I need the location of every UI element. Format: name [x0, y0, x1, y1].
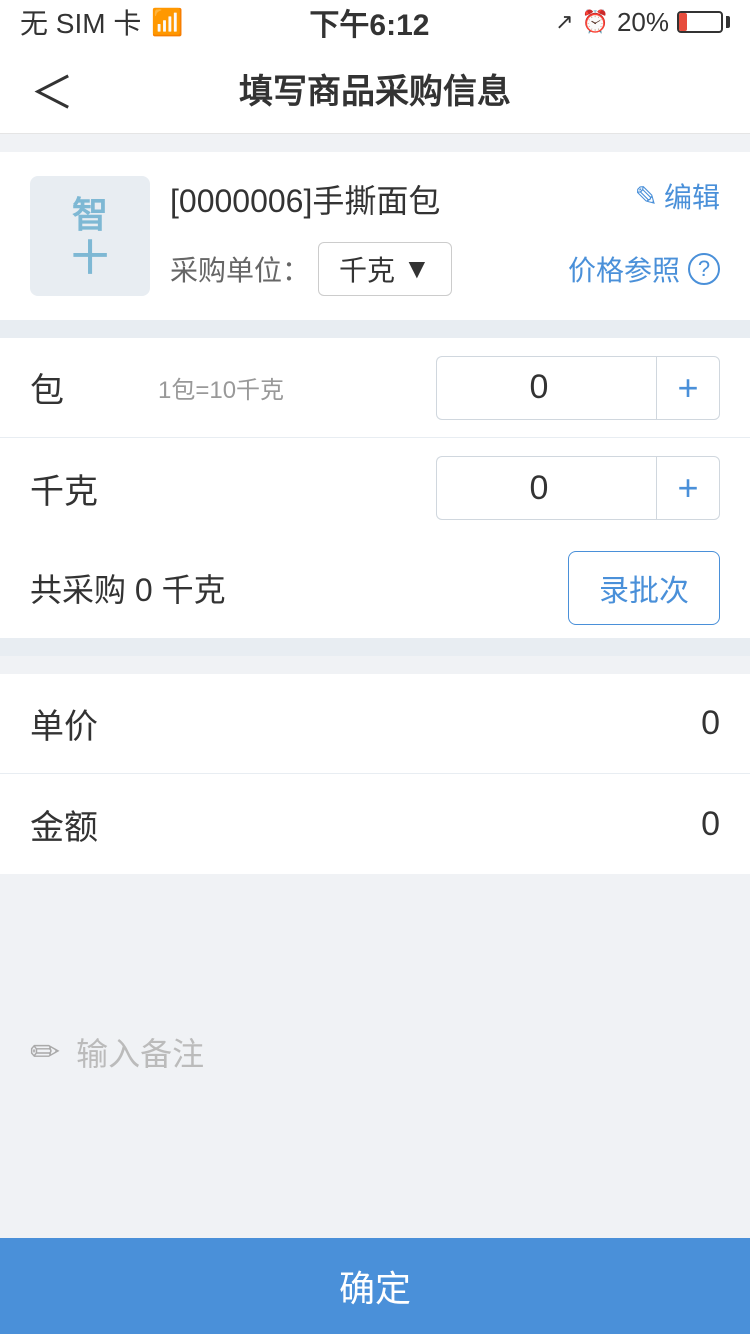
status-right: ↗ ⏰ 20%	[555, 7, 730, 38]
unit-price-value: 0	[701, 704, 720, 743]
product-name: [0000006]手撕面包	[170, 176, 635, 222]
status-time: 下午6:12	[309, 0, 429, 44]
back-button[interactable]: ＜	[30, 57, 94, 121]
amount-value: 0	[701, 805, 720, 844]
product-logo: 智 十	[72, 193, 108, 279]
amount-row: 金额 0	[0, 774, 750, 874]
summary-text: 共采购 0 千克	[30, 565, 226, 611]
edit-button[interactable]: ✎ 编辑	[635, 176, 720, 216]
notes-section[interactable]: ✏ 输入备注	[0, 892, 750, 1212]
pencil-icon: ✏	[30, 1031, 60, 1073]
unit-price-row: 单价 0	[0, 674, 750, 774]
bao-sublabel: 1包=10千克	[158, 370, 284, 405]
section-divider-1	[0, 320, 750, 338]
price-ref-label: 价格参照	[568, 249, 680, 289]
unit-dropdown[interactable]: 千克 ▼	[318, 242, 452, 296]
page-title: 填写商品采购信息	[239, 64, 511, 113]
product-info: [0000006]手撕面包 ✎ 编辑 采购单位： 千克 ▼ 价格参照 ?	[170, 176, 720, 296]
no-sim-label: 无 SIM 卡	[20, 2, 141, 42]
record-batch-label: 录批次	[599, 575, 689, 608]
unit-value: 千克	[339, 249, 395, 289]
confirm-label: 确定	[339, 1260, 411, 1312]
bao-plus-icon: +	[677, 367, 698, 409]
section-divider-2	[0, 638, 750, 656]
edit-icon: ✎	[635, 180, 658, 213]
confirm-button[interactable]: 确定	[0, 1238, 750, 1334]
battery-percent: 20%	[617, 7, 669, 38]
notes-placeholder: 输入备注	[76, 1029, 204, 1075]
dropdown-arrow: ▼	[403, 253, 431, 285]
unit-price-label: 单价	[30, 699, 98, 748]
bao-plus-button[interactable]: +	[656, 356, 720, 420]
kg-label: 千克	[30, 464, 150, 513]
price-section: 单价 0 金额 0	[0, 674, 750, 874]
kg-number-input[interactable]	[436, 456, 656, 520]
kg-plus-icon: +	[677, 467, 698, 509]
input-section: 包 1包=10千克 + 千克 +	[0, 338, 750, 538]
record-batch-button[interactable]: 录批次	[568, 551, 720, 625]
product-card: 智 十 [0000006]手撕面包 ✎ 编辑 采购单位： 千克 ▼ 价格参照 ?	[0, 152, 750, 320]
kg-input-row: 千克 +	[0, 438, 750, 538]
price-reference-button[interactable]: 价格参照 ?	[568, 249, 720, 289]
alarm-icon: ⏰	[582, 9, 609, 35]
edit-label: 编辑	[664, 176, 720, 216]
location-icon: ↗	[555, 9, 573, 35]
battery-icon	[677, 11, 730, 33]
unit-label: 采购单位：	[170, 249, 310, 289]
bao-input-row: 包 1包=10千克 +	[0, 338, 750, 438]
kg-input-right: +	[436, 456, 720, 520]
status-bar: 无 SIM 卡 📶 下午6:12 ↗ ⏰ 20%	[0, 0, 750, 44]
product-image: 智 十	[30, 176, 150, 296]
amount-label: 金额	[30, 800, 98, 849]
bao-label: 包	[30, 363, 150, 412]
nav-bar: ＜ 填写商品采购信息	[0, 44, 750, 134]
wifi-icon: 📶	[151, 7, 183, 38]
help-icon: ?	[688, 253, 720, 285]
bao-input-right: +	[436, 356, 720, 420]
summary-row: 共采购 0 千克 录批次	[0, 538, 750, 638]
bao-number-input[interactable]	[436, 356, 656, 420]
status-left: 无 SIM 卡 📶	[20, 2, 184, 42]
kg-plus-button[interactable]: +	[656, 456, 720, 520]
